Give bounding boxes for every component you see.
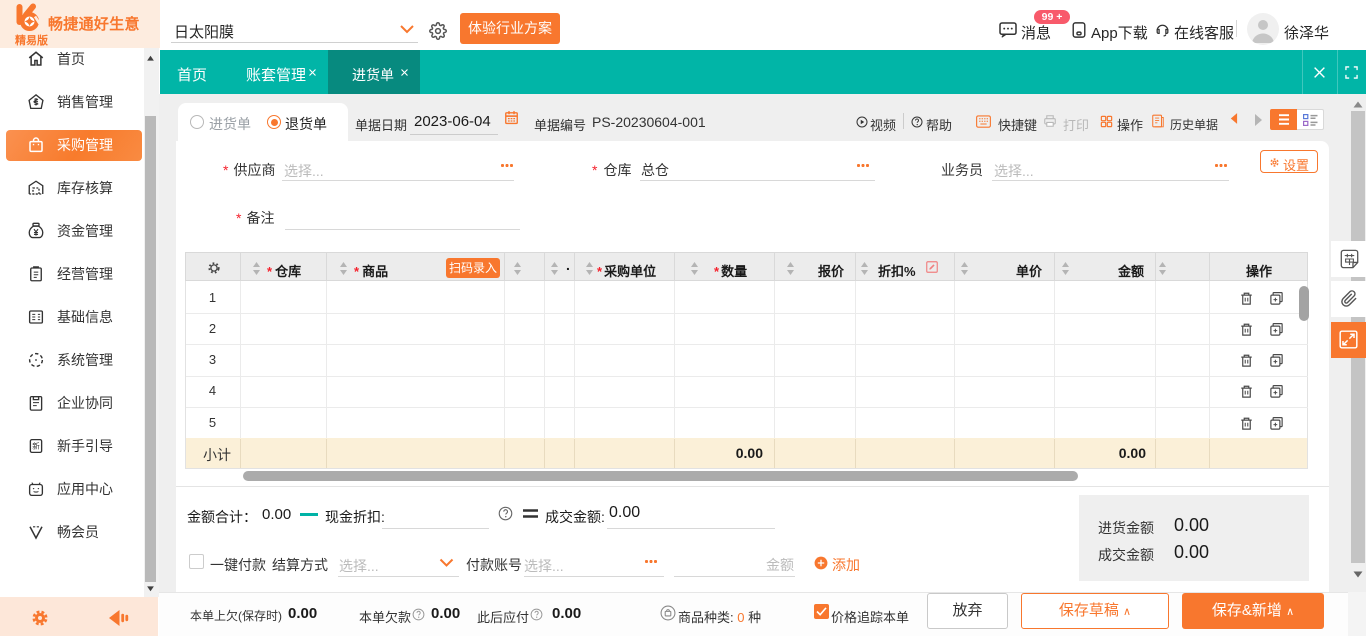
svg-text:新: 新: [32, 441, 40, 451]
